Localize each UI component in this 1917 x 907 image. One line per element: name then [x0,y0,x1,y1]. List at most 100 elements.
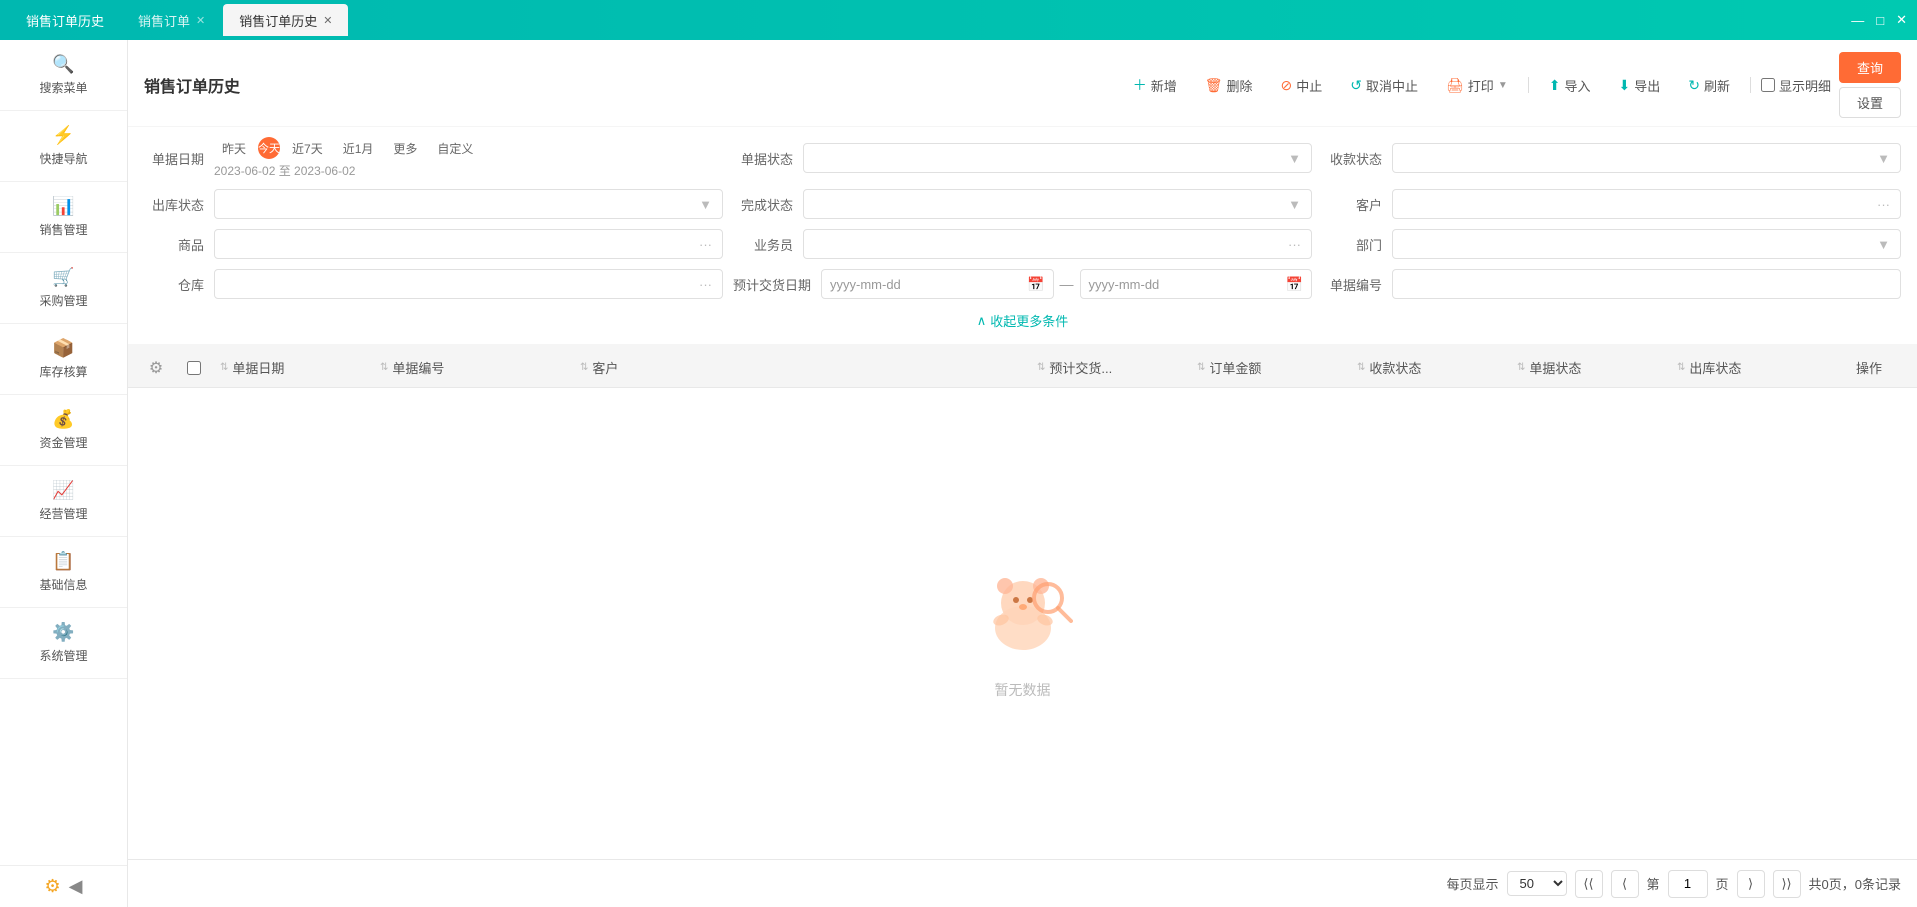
window-controls: — □ ✕ [1851,12,1907,28]
filter-doc-number-cell: 单据编号 [1322,269,1901,299]
top-bar: 销售订单历史 销售订单 ✕ 销售订单历史 ✕ — □ ✕ [0,0,1917,40]
date-tab-1month[interactable]: 近1月 [335,138,382,159]
date-tab-today[interactable]: 今天 [258,137,280,159]
sidebar-item-basic-info[interactable]: 📋 基础信息 [0,537,127,608]
filter-customer-input[interactable]: ··· [1392,189,1901,219]
delete-button[interactable]: 🗑 删除 [1195,71,1263,100]
display-detail-checkbox-group: 显示明细 [1761,76,1831,95]
table-header-row: ⚙ ⇅ 单据日期 ⇅ 单据编号 ⇅ 客户 [128,348,1917,388]
new-button[interactable]: ＋ 新增 [1123,70,1187,100]
sidebar-item-system[interactable]: ⚙️ 系统管理 [0,608,127,679]
select-all-checkbox[interactable] [187,361,201,375]
filter-goods-cell: 商品 ··· [144,229,723,259]
display-detail-checkbox[interactable] [1761,78,1775,92]
minimize-icon[interactable]: — [1851,13,1864,28]
collapse-filter-link[interactable]: ∧ 收起更多条件 [144,307,1901,334]
delivery-date-start-input[interactable]: yyyy-mm-dd 📅 [821,269,1054,299]
filter-goods-input[interactable]: ··· [214,229,723,259]
purchase-icon: 🛒 [52,267,74,288]
maximize-icon[interactable]: □ [1876,13,1884,28]
window-close-icon[interactable]: ✕ [1896,12,1907,28]
filter-doc-number-input[interactable] [1392,269,1901,299]
sidebar-collapse-icon[interactable]: ◀ [69,876,83,897]
th-payment-status-label: 收款状态 [1369,358,1421,377]
sidebar-item-search[interactable]: 🔍 搜索菜单 [0,40,127,111]
sidebar-item-inventory[interactable]: 📦 库存核算 [0,324,127,395]
import-button[interactable]: ⬆ 导入 [1539,71,1601,100]
sidebar-item-quick-nav[interactable]: ⚡ 快捷导航 [0,111,127,182]
page-header: 销售订单历史 ＋ 新增 🗑 删除 ⊘ 中止 ↺ [128,40,1917,126]
table-container: ⚙ ⇅ 单据日期 ⇅ 单据编号 ⇅ 客户 [128,348,1917,859]
total-text: 共0页，0条记录 [1809,874,1901,893]
close-sales-order-history-tab-icon[interactable]: ✕ [323,14,332,27]
close-sales-order-tab-icon[interactable]: ✕ [196,14,205,27]
th-settings-gear[interactable]: ⚙ [136,358,176,378]
sidebar-settings-icon[interactable]: ⚙ [45,876,61,897]
date-tab-custom[interactable]: 自定义 [429,138,481,159]
th-operations: 操作 [1829,358,1909,377]
complete-status-dropdown-icon: ▼ [1288,197,1301,212]
filter-complete-status-select[interactable]: ▼ [803,189,1312,219]
tab-bar: 销售订单历史 销售订单 ✕ 销售订单历史 ✕ [10,4,1851,36]
print-button[interactable]: 🖨 打印 ▼ [1436,71,1518,100]
empty-state: 暂无数据 [128,388,1917,859]
filter-payment-status-select[interactable]: ▼ [1392,143,1901,173]
stop-icon: ⊘ [1281,77,1293,94]
sidebar-label-finance: 资金管理 [39,434,87,451]
query-button[interactable]: 查询 [1839,52,1901,83]
export-icon: ⬇ [1618,77,1630,94]
date-tab-more[interactable]: 更多 [385,138,425,159]
next-page-button[interactable]: ⟩ [1737,870,1765,898]
delivery-date-end-input[interactable]: yyyy-mm-dd 📅 [1080,269,1313,299]
per-page-label: 每页显示 [1446,874,1498,893]
toolbar-divider-1 [1528,77,1529,93]
new-icon: ＋ [1133,75,1147,95]
empty-illustration [963,548,1083,668]
tab-home-label: 销售订单历史 [26,11,104,30]
sidebar-item-sales[interactable]: 📊 销售管理 [0,182,127,253]
page-suffix: 页 [1716,874,1729,893]
search-menu-icon: 🔍 [52,54,74,75]
tab-home[interactable]: 销售订单历史 [10,4,120,36]
date-separator: — [1060,276,1074,292]
sidebar-label-purchase: 采购管理 [39,292,87,309]
first-page-button[interactable]: ⟨⟨ [1575,870,1603,898]
date-tabs: 昨天 今天 近7天 近1月 更多 自定义 [214,137,723,159]
delivery-date-start-cal-icon: 📅 [1027,276,1044,293]
last-page-button[interactable]: ⟩⟩ [1773,870,1801,898]
filter-doc-status-select[interactable]: ▼ [803,143,1312,173]
sidebar-item-finance[interactable]: 💰 资金管理 [0,395,127,466]
page-title: 销售订单历史 [144,73,240,97]
date-tab-yesterday[interactable]: 昨天 [214,138,254,159]
refresh-button[interactable]: ↻ 刷新 [1678,71,1740,100]
date-tab-7days[interactable]: 近7天 [284,138,331,159]
th-checkbox[interactable] [176,361,212,375]
last-page-icon: ⟩⟩ [1781,876,1791,892]
tab-sales-order-history[interactable]: 销售订单历史 ✕ [223,4,348,36]
filter-warehouse-input[interactable]: ··· [214,269,723,299]
prev-page-button[interactable]: ⟨ [1611,870,1639,898]
filter-warehouse-status-cell: 出库状态 ▼ [144,189,723,219]
export-button[interactable]: ⬇ 导出 [1608,71,1670,100]
new-label: 新增 [1151,76,1177,95]
sidebar-item-purchase[interactable]: 🛒 采购管理 [0,253,127,324]
basic-info-icon: 📋 [52,551,74,572]
sidebar-bottom: ⚙ ◀ [0,865,127,907]
settings-button[interactable]: 设置 [1839,87,1901,118]
th-warehouse-status-label: 出库状态 [1689,358,1741,377]
cancel-stop-button[interactable]: ↺ 取消中止 [1340,71,1428,100]
th-date-label: 单据日期 [232,358,284,377]
filter-department-select[interactable]: ▼ [1392,229,1901,259]
refresh-label: 刷新 [1704,76,1730,95]
page-content: 销售订单历史 ＋ 新增 🗑 删除 ⊘ 中止 ↺ [128,40,1917,907]
warehouse-dots-icon: ··· [699,277,712,292]
tab-sales-order[interactable]: 销售订单 ✕ [122,4,221,36]
sidebar-label-quick-nav: 快捷导航 [39,150,87,167]
filter-salesperson-input[interactable]: ··· [803,229,1312,259]
current-page-input[interactable] [1668,870,1708,898]
per-page-select[interactable]: 50 10 20 100 [1507,871,1567,896]
sidebar-item-operations[interactable]: 📈 经营管理 [0,466,127,537]
query-settings-group: 查询 设置 [1839,52,1901,118]
filter-warehouse-status-select[interactable]: ▼ [214,189,723,219]
stop-button[interactable]: ⊘ 中止 [1271,71,1333,100]
